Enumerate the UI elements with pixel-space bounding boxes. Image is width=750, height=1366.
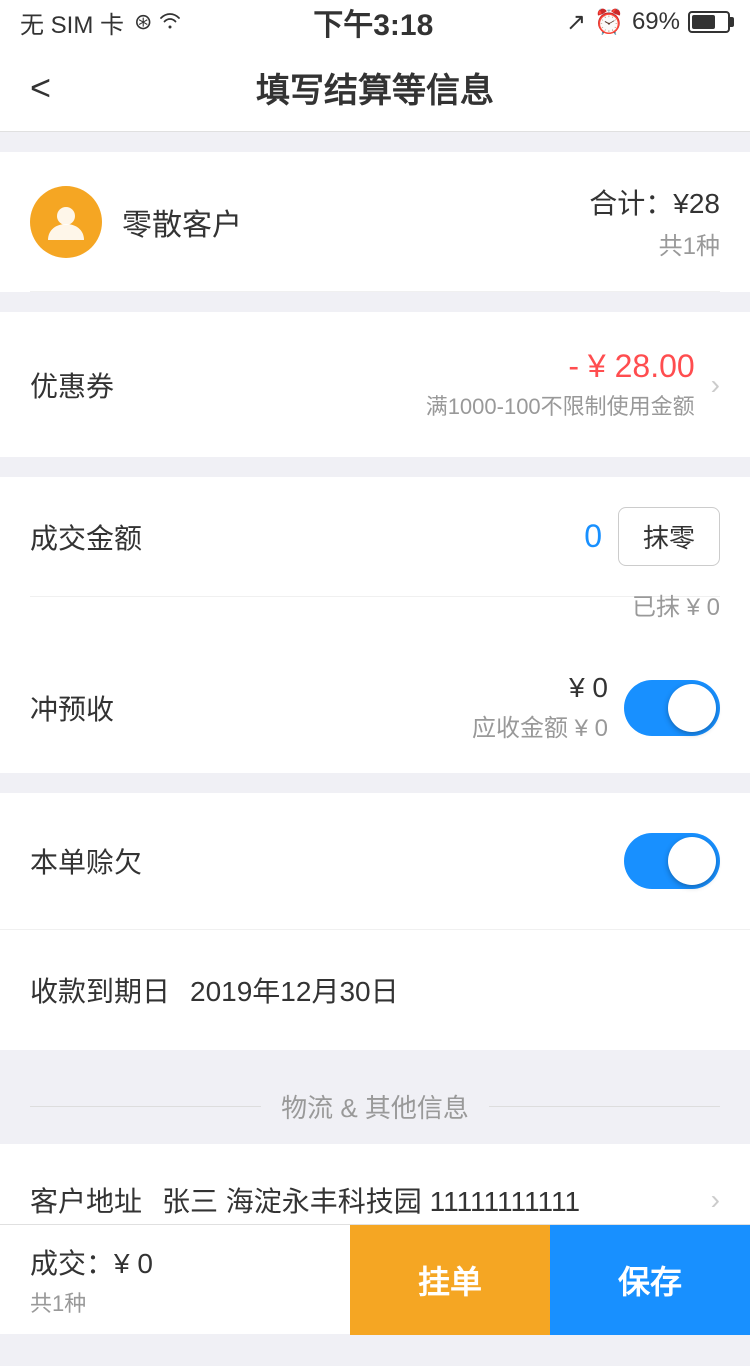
address-label: 客户地址 xyxy=(30,1180,142,1220)
prepay-sub: 应收金额 ¥ 0 xyxy=(472,708,608,743)
section-divider-4 xyxy=(0,773,750,793)
toggle-knob xyxy=(668,684,716,732)
address-value: 张三 海淀永丰科技园 11111111111 xyxy=(162,1180,580,1220)
battery-icon xyxy=(688,11,730,33)
debt-toggle-knob xyxy=(668,837,716,885)
total-amount: 合计：¥28 xyxy=(589,182,720,222)
page-title: 填写结算等信息 xyxy=(256,63,494,112)
back-button[interactable]: < xyxy=(30,67,51,109)
deal-amount-label: 成交金额 xyxy=(30,517,142,557)
bottom-summary: 成交：¥ 0 共1种 xyxy=(0,1242,350,1318)
hang-button[interactable]: 挂单 xyxy=(350,1225,550,1335)
section-divider-3 xyxy=(0,457,750,477)
prepay-label: 冲预收 xyxy=(30,688,114,728)
bottom-deal-text: 成交：¥ 0 xyxy=(30,1242,320,1282)
address-chevron-icon: › xyxy=(711,1184,720,1216)
customer-left: 零散客户 xyxy=(30,186,242,258)
prepay-right: ¥ 0 应收金额 ¥ 0 xyxy=(472,672,720,743)
battery-percent: 69% xyxy=(632,8,680,36)
prepay-value: ¥ 0 xyxy=(472,672,608,704)
logistics-label-wrap: 物流 & 其他信息 xyxy=(261,1088,489,1125)
deal-section: 成交金额 0 抹零 已抹 ¥ 0 冲预收 ¥ 0 应收金额 ¥ 0 xyxy=(0,477,750,773)
round-zero-button[interactable]: 抹零 xyxy=(618,507,720,566)
prepay-value-block: ¥ 0 应收金额 ¥ 0 xyxy=(472,672,608,743)
total-count: 共1种 xyxy=(589,226,720,261)
debt-toggle[interactable] xyxy=(624,833,720,889)
due-date-value: 2019年12月30日 xyxy=(190,970,399,1010)
customer-name: 零散客户 xyxy=(122,200,242,244)
coupon-row[interactable]: 优惠券 - ¥ 28.00 满1000-100不限制使用金额 › xyxy=(30,312,720,457)
coupon-section: 优惠券 - ¥ 28.00 满1000-100不限制使用金额 › xyxy=(0,312,750,457)
deal-amount-value: 0 xyxy=(584,518,602,555)
bottom-deal-label: 成交： xyxy=(30,1248,114,1279)
customer-section: 零散客户 合计：¥28 共1种 xyxy=(0,152,750,292)
status-left: 无 SIM 卡 ⊛ xyxy=(20,5,181,40)
prepay-toggle[interactable] xyxy=(624,680,720,736)
bottom-count: 共1种 xyxy=(30,1286,320,1318)
carrier-text: 无 SIM 卡 xyxy=(20,5,124,40)
time-display: 下午3:18 xyxy=(313,0,433,44)
alarm-icon: ⏰ xyxy=(594,8,624,37)
debt-row: 本单赊欠 xyxy=(0,793,750,929)
deal-amount-right: 0 抹零 xyxy=(584,507,720,566)
logistics-header: 物流 & 其他信息 xyxy=(0,1070,750,1142)
wifi-icon: ⊛ xyxy=(134,9,181,35)
bottom-bar: 成交：¥ 0 共1种 挂单 保存 xyxy=(0,1224,750,1334)
avatar xyxy=(30,186,102,258)
section-divider-2 xyxy=(0,292,750,312)
coupon-amount: - ¥ 28.00 xyxy=(426,348,695,385)
already-rounded-text: 已抹 ¥ 0 xyxy=(30,587,720,642)
customer-total: 合计：¥28 共1种 xyxy=(589,182,720,261)
coupon-chevron-icon: › xyxy=(711,369,720,401)
prepay-row: 冲预收 ¥ 0 应收金额 ¥ 0 xyxy=(30,642,720,773)
location-icon: ↗ xyxy=(566,8,586,37)
logistics-header-text: 物流 & 其他信息 xyxy=(281,1093,469,1123)
section-divider-1 xyxy=(0,132,750,152)
coupon-label: 优惠券 xyxy=(30,365,114,405)
nav-bar: < 填写结算等信息 xyxy=(0,44,750,132)
customer-row: 零散客户 合计：¥28 共1种 xyxy=(30,152,720,292)
debt-label: 本单赊欠 xyxy=(30,841,142,881)
status-bar: 无 SIM 卡 ⊛ 下午3:18 ↗ ⏰ 69% xyxy=(0,0,750,44)
address-left: 客户地址 张三 海淀永丰科技园 11111111111 xyxy=(30,1180,580,1220)
coupon-desc: 满1000-100不限制使用金额 xyxy=(426,389,695,421)
coupon-value-block: - ¥ 28.00 满1000-100不限制使用金额 xyxy=(426,348,695,421)
status-right: ↗ ⏰ 69% xyxy=(566,8,730,37)
save-button[interactable]: 保存 xyxy=(550,1225,750,1335)
due-date-row: 收款到期日 2019年12月30日 xyxy=(0,929,750,1050)
coupon-right: - ¥ 28.00 满1000-100不限制使用金额 › xyxy=(426,348,720,421)
deal-amount-row: 成交金额 0 抹零 xyxy=(30,477,720,597)
due-date-label: 收款到期日 xyxy=(30,970,170,1010)
section-divider-5 xyxy=(0,1050,750,1070)
bottom-deal-value: ¥ 0 xyxy=(114,1248,153,1279)
